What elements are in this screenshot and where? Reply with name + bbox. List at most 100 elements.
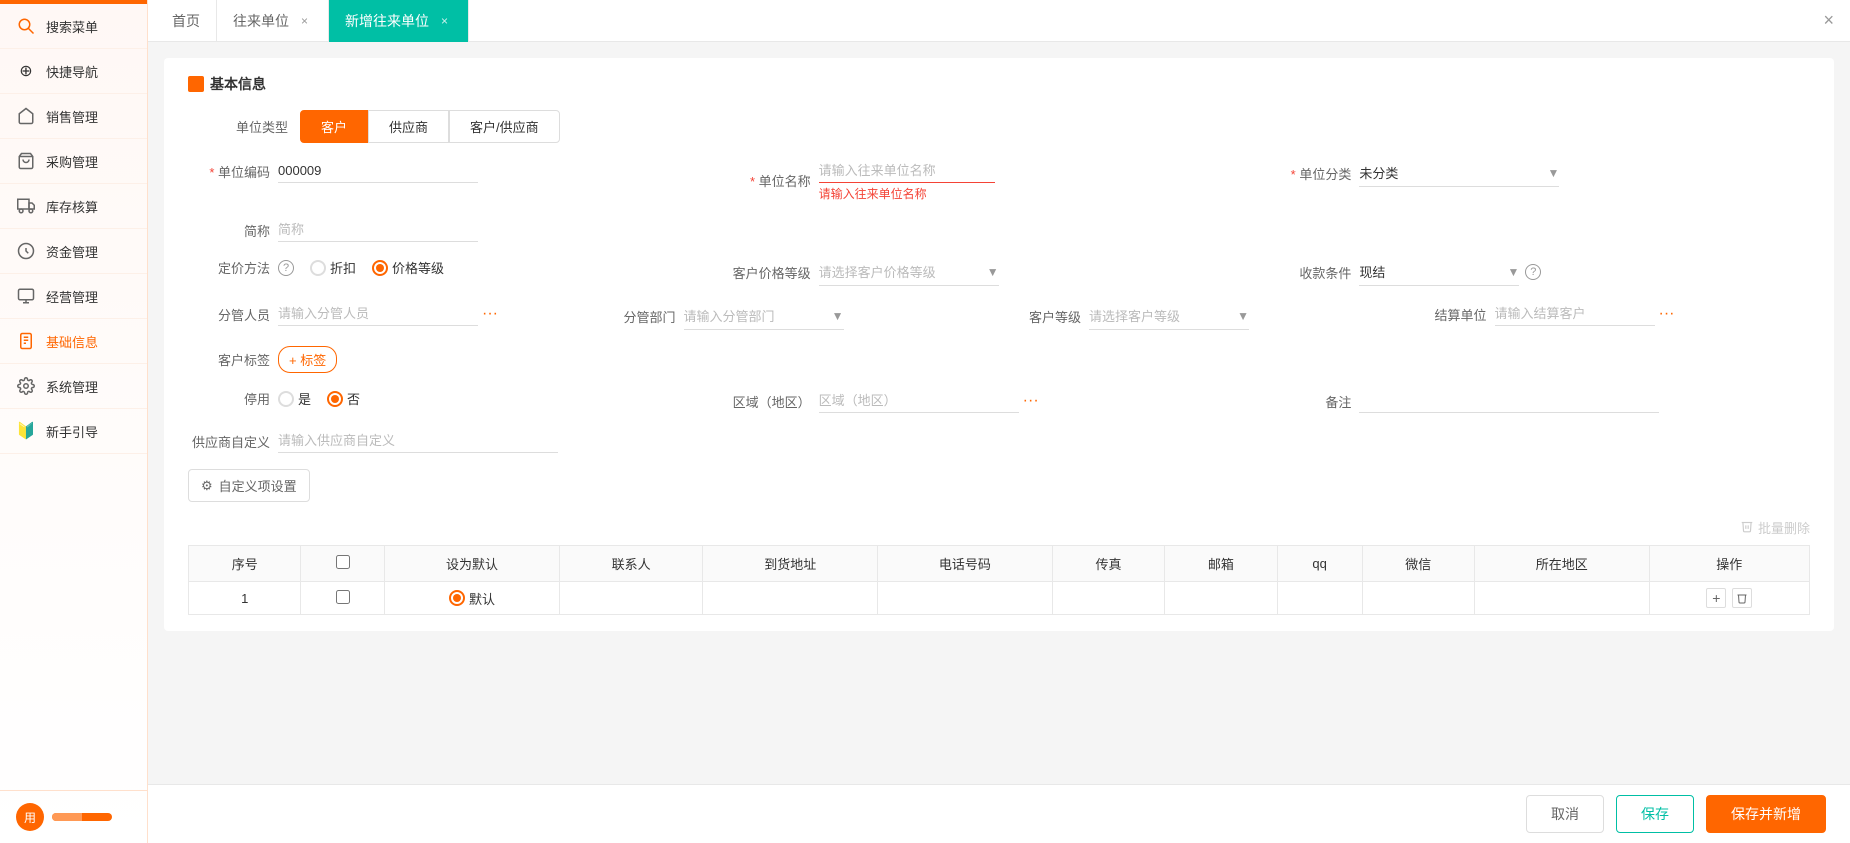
disabled-label: 停用	[188, 389, 278, 408]
settlement-unit-input[interactable]	[1495, 302, 1655, 326]
settlement-unit-more-btn[interactable]: ···	[1655, 305, 1679, 323]
radio-discount[interactable]: 折扣	[310, 258, 356, 277]
pricing-method-label: 定价方法	[188, 258, 278, 277]
region-label: 区域（地区）	[729, 392, 819, 411]
tab-home-label: 首页	[172, 11, 200, 31]
form-row-2: 简称	[188, 218, 1810, 242]
unit-name-error: 请输入往来单位名称	[819, 185, 995, 202]
add-row-btn[interactable]: +	[1706, 588, 1726, 608]
form-row-7: 供应商自定义	[188, 429, 1810, 453]
add-tag-btn[interactable]: + 标签	[278, 346, 337, 373]
col-qq: qq	[1277, 546, 1362, 582]
payment-terms-question-mark[interactable]: ?	[1525, 264, 1541, 280]
sidebar-item-search[interactable]: 搜索菜单	[0, 4, 147, 49]
tab-contacts[interactable]: 往来单位 ×	[217, 0, 329, 42]
quick-nav-icon: ⊕	[16, 61, 36, 81]
sidebar-item-stock[interactable]: 库存核算	[0, 184, 147, 229]
payment-terms-label: 收款条件	[1269, 263, 1359, 282]
system-icon	[16, 376, 36, 396]
field-short-name: 简称	[188, 218, 1810, 242]
field-customer-level: 客户等级 请选择客户等级 ▼	[999, 302, 1405, 330]
tab-new-contact-close[interactable]: ×	[437, 12, 452, 30]
col-default: 设为默认	[385, 546, 560, 582]
region-input[interactable]	[819, 389, 1019, 413]
tabbar-close-all[interactable]: ×	[1815, 6, 1842, 35]
delete-row-btn[interactable]	[1732, 588, 1752, 608]
radio-default[interactable]: 默认	[395, 589, 549, 608]
remark-input[interactable]	[1359, 389, 1659, 413]
sidebar-label-sales: 销售管理	[46, 107, 98, 126]
cell-address	[703, 582, 878, 615]
form-row-5: 客户标签 + 标签	[188, 346, 1810, 373]
unit-type-both-btn[interactable]: 客户/供应商	[449, 110, 560, 143]
custom-settings-btn[interactable]: ⚙ 自定义项设置	[188, 469, 310, 502]
col-phone: 电话号码	[878, 546, 1053, 582]
region-more-btn[interactable]: ···	[1019, 392, 1043, 410]
field-customer-tag: 客户标签 + 标签	[188, 346, 1810, 373]
row-checkbox[interactable]	[336, 590, 350, 604]
sidebar-bottom: 用	[0, 790, 147, 843]
supplier-custom-input[interactable]	[278, 429, 558, 453]
field-region: 区域（地区） ···	[729, 389, 1270, 413]
radio-no[interactable]: 否	[327, 389, 360, 408]
tabbar: 首页 往来单位 × 新增往来单位 × ×	[148, 0, 1850, 42]
sidebar-item-purchase[interactable]: 采购管理	[0, 139, 147, 184]
radio-yes[interactable]: 是	[278, 389, 311, 408]
user-avatar[interactable]: 用	[16, 803, 44, 831]
radio-price-level[interactable]: 价格等级	[372, 258, 444, 277]
manager-more-btn[interactable]: ···	[478, 305, 502, 323]
radio-default-dot	[453, 594, 461, 602]
sidebar-label-operations: 经营管理	[46, 287, 98, 306]
cell-contact	[559, 582, 703, 615]
form-row-4: 分管人员 ··· 分管部门 请输入分管部门 ▼ 客户等级 请选择客户等级 ▼	[188, 302, 1810, 330]
tab-new-contact[interactable]: 新增往来单位 ×	[329, 0, 469, 42]
cancel-button[interactable]: 取消	[1526, 795, 1604, 833]
manager-input[interactable]	[278, 302, 478, 326]
col-email: 邮箱	[1165, 546, 1277, 582]
short-name-label: 简称	[188, 221, 278, 240]
form-row-6: 停用 是 否 区	[188, 389, 1810, 413]
unit-name-input[interactable]	[819, 159, 995, 183]
customer-price-level-select[interactable]: 请选择客户价格等级 ▼	[819, 258, 999, 286]
radio-yes-label: 是	[298, 389, 311, 408]
sidebar-item-guide[interactable]: 🔰 新手引导	[0, 409, 147, 454]
customer-level-select[interactable]: 请选择客户等级 ▼	[1089, 302, 1249, 330]
unit-category-select[interactable]: 未分类 ▼	[1359, 159, 1559, 187]
batch-delete-icon	[1740, 519, 1754, 536]
form-row-3: 定价方法 ? 折扣 价格等级	[188, 258, 1810, 286]
sidebar-item-operations[interactable]: 经营管理	[0, 274, 147, 319]
contact-table: 序号 设为默认 联系人 到货地址 电话号码 传真 邮箱 qq 微信 所在地区 操…	[188, 545, 1810, 615]
unit-type-supplier-btn[interactable]: 供应商	[368, 110, 449, 143]
sidebar-item-sales[interactable]: 销售管理	[0, 94, 147, 139]
purchase-icon	[16, 151, 36, 171]
department-select[interactable]: 请输入分管部门 ▼	[684, 302, 844, 330]
cell-seq: 1	[189, 582, 301, 615]
unit-category-label: 单位分类	[1269, 164, 1359, 183]
unit-type-customer-btn[interactable]: 客户	[300, 110, 368, 143]
select-all-checkbox[interactable]	[336, 555, 350, 569]
field-pricing-method: 定价方法 ? 折扣 价格等级	[188, 258, 729, 277]
save-new-button[interactable]: 保存并新增	[1706, 795, 1826, 833]
tab-home[interactable]: 首页	[156, 0, 217, 42]
row-action-btns: +	[1660, 588, 1799, 608]
field-remark: 备注	[1269, 389, 1810, 413]
sidebar-item-finance[interactable]: 资金管理	[0, 229, 147, 274]
tab-contacts-close[interactable]: ×	[297, 12, 312, 30]
cell-action: +	[1649, 582, 1809, 615]
manager-label: 分管人员	[188, 305, 278, 324]
sidebar-item-basic-info[interactable]: 基础信息	[0, 319, 147, 364]
sidebar-item-system[interactable]: 系统管理	[0, 364, 147, 409]
payment-terms-select[interactable]: 现结 ▼	[1359, 258, 1519, 286]
save-button[interactable]: 保存	[1616, 795, 1694, 833]
batch-delete-label[interactable]: 批量删除	[1758, 518, 1810, 537]
supplier-custom-label: 供应商自定义	[188, 432, 278, 451]
short-name-input[interactable]	[278, 218, 478, 242]
cell-qq	[1277, 582, 1362, 615]
radio-discount-label: 折扣	[330, 258, 356, 277]
cell-email	[1165, 582, 1277, 615]
sidebar-item-quick-nav[interactable]: ⊕ 快捷导航	[0, 49, 147, 94]
unit-code-input[interactable]	[278, 159, 478, 183]
pricing-question-mark[interactable]: ?	[278, 260, 294, 276]
field-unit-code: 单位编码	[188, 159, 729, 183]
field-department: 分管部门 请输入分管部门 ▼	[594, 302, 1000, 330]
